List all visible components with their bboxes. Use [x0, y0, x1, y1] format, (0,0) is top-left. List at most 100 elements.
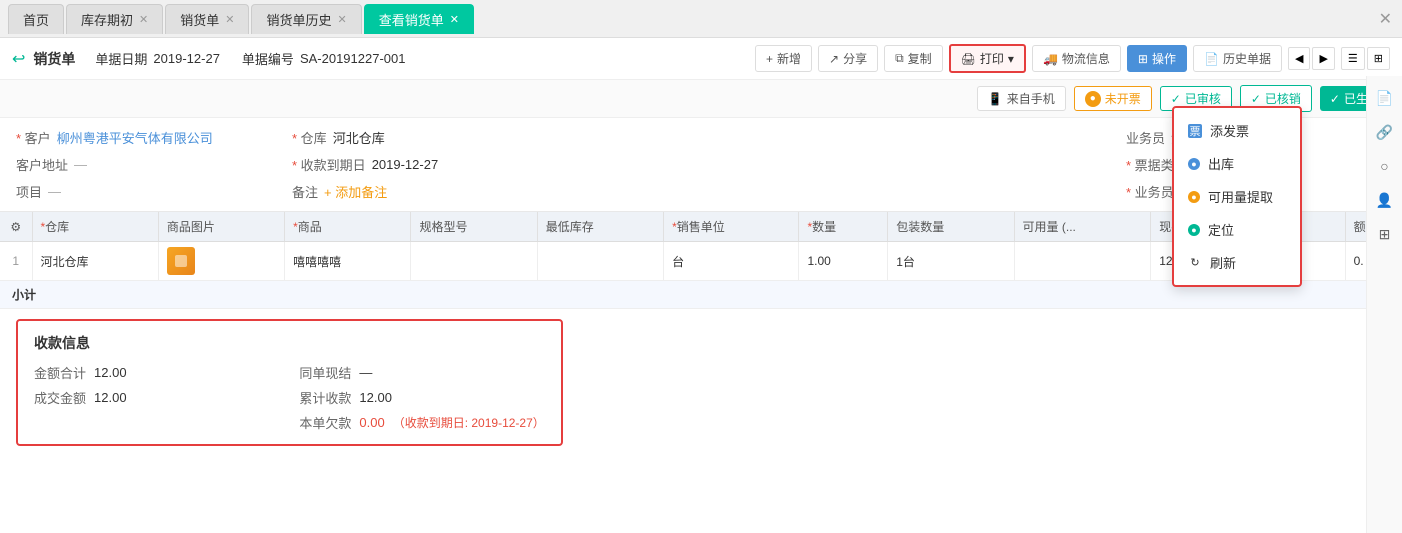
add-invoice-label: 添发票	[1210, 121, 1249, 140]
phone-icon: 📱	[988, 92, 1003, 106]
tab-sales-order-close[interactable]: ✕	[225, 13, 234, 26]
number-label: 单据编号	[242, 49, 294, 68]
available-pickup-item[interactable]: ● 可用量提取	[1174, 180, 1300, 213]
tab-home[interactable]: 首页	[8, 4, 64, 34]
copy-button[interactable]: ⧉ 复制	[884, 45, 943, 72]
refresh-label: 刷新	[1210, 253, 1236, 272]
payment-info-title: 收款信息	[34, 333, 545, 353]
cancel-status-label: 已核销	[1265, 90, 1301, 107]
history-icon: 📄	[1204, 52, 1219, 66]
refresh-icon: ↻	[1188, 256, 1202, 270]
row-num: 1	[0, 242, 32, 281]
window-close-button[interactable]: ✕	[1379, 9, 1392, 29]
add-remark-button[interactable]: + 添加备注	[324, 182, 387, 201]
same-order-label: 同单现结	[299, 363, 351, 382]
warehouse-label: 仓库	[292, 128, 327, 147]
col-pack-qty: 包装数量	[888, 212, 1014, 242]
row-product-img	[158, 242, 284, 281]
project-field: 项目 —	[16, 182, 276, 201]
tab-sales-order[interactable]: 销货单 ✕	[165, 4, 249, 34]
plus-icon: +	[766, 52, 773, 66]
warehouse-field: 仓库 河北仓库	[292, 128, 552, 147]
prev-button[interactable]: ◀	[1288, 47, 1310, 70]
view-buttons: ☰ ⊞	[1341, 47, 1390, 70]
logistics-label: 物流信息	[1062, 50, 1110, 67]
next-button[interactable]: ▶	[1312, 47, 1334, 70]
deal-amount-row: 成交金额 12.00	[34, 388, 279, 407]
remark-label: 备注	[292, 182, 318, 201]
remark-placeholder: 添加备注	[335, 185, 387, 200]
row-quantity: 1.00	[799, 242, 888, 281]
address-value: —	[74, 157, 87, 172]
add-invoice-item[interactable]: 票 添发票	[1174, 114, 1300, 147]
grid-view-button[interactable]: ⊞	[1367, 47, 1390, 70]
payment-date-field: 收款到期日 2019-12-27	[292, 155, 552, 174]
same-order-row: 同单现结 —	[299, 363, 544, 382]
history-label: 历史单据	[1223, 50, 1271, 67]
share-button[interactable]: ↗ 分享	[818, 45, 878, 72]
sidebar-circle-icon[interactable]: ○	[1371, 152, 1399, 180]
tab-sales-history[interactable]: 销货单历史 ✕	[251, 4, 361, 34]
tab-bar: 首页 库存期初 ✕ 销货单 ✕ 销货单历史 ✕ 查看销货单 ✕ ✕	[0, 0, 1402, 38]
product-image	[167, 247, 195, 275]
tab-view-sales-close[interactable]: ✕	[450, 13, 459, 26]
print-icon: 🖨	[961, 52, 976, 66]
logistics-button[interactable]: 🚚 物流信息	[1032, 45, 1121, 72]
sidebar-link-icon[interactable]: 🔗	[1371, 118, 1399, 146]
tab-home-label: 首页	[23, 10, 49, 29]
tab-view-sales-label: 查看销货单	[379, 10, 444, 29]
tab-sales-history-close[interactable]: ✕	[338, 13, 347, 26]
from-phone-button[interactable]: 📱 来自手机	[977, 86, 1066, 111]
customer-value[interactable]: 柳州粤港平安气体有限公司	[57, 128, 213, 147]
operate-grid-icon: ⊞	[1138, 52, 1148, 66]
col-unit: *销售单位	[664, 212, 799, 242]
warehouse-value: 河北仓库	[333, 128, 385, 147]
payment-date-label: 收款到期日	[292, 155, 366, 174]
payment-date-value: 2019-12-27	[372, 157, 439, 172]
copy-icon: ⧉	[895, 51, 904, 66]
sidebar-doc-icon[interactable]: 📄	[1371, 84, 1399, 112]
tab-sales-history-label: 销货单历史	[266, 10, 331, 29]
toolbar-actions: + 新增 ↗ 分享 ⧉ 复制 🖨 打印 ▾ 🚚 物流	[755, 44, 1390, 73]
print-button[interactable]: 🖨 打印 ▾	[949, 44, 1026, 73]
payment-info-grid: 金额合计 12.00 同单现结 — 成交金额 12.00 累计收款 12.00	[34, 363, 545, 432]
new-button[interactable]: + 新增	[755, 45, 812, 72]
col-available: 可用量 (...	[1014, 212, 1151, 242]
effect-check-icon: ✓	[1330, 92, 1340, 106]
sidebar-user-icon[interactable]: 👤	[1371, 186, 1399, 214]
locate-item[interactable]: ● 定位	[1174, 213, 1300, 246]
out-warehouse-label: 出库	[1208, 154, 1234, 173]
list-view-button[interactable]: ☰	[1341, 47, 1365, 70]
cumulative-receipt-row: 累计收款 12.00	[299, 388, 544, 407]
customer-field: 客户 柳州粤港平安气体有限公司	[16, 128, 276, 147]
approved-label: 已审核	[1185, 90, 1221, 107]
address-field: 客户地址 —	[16, 155, 276, 174]
tab-inventory-init-close[interactable]: ✕	[139, 13, 148, 26]
tab-sales-order-label: 销货单	[180, 10, 219, 29]
not-open-button[interactable]: ● 未开票	[1074, 86, 1152, 111]
dropdown-menu: 票 添发票 ● 出库 ● 可用量提取 ● 定位 ↻ 刷新	[1172, 106, 1302, 287]
cumulative-receipt-value: 12.00	[359, 390, 392, 405]
row-warehouse: 河北仓库	[32, 242, 158, 281]
tab-inventory-init[interactable]: 库存期初 ✕	[66, 4, 163, 34]
plus-remark-icon: +	[324, 185, 332, 200]
row-available	[1014, 242, 1151, 281]
total-amount-row: 金额合计 12.00	[34, 363, 279, 382]
col-min-stock: 最低库存	[537, 212, 663, 242]
col-warehouse: *仓库	[32, 212, 158, 242]
tab-view-sales[interactable]: 查看销货单 ✕	[364, 4, 474, 34]
refresh-item[interactable]: ↻ 刷新	[1174, 246, 1300, 279]
toolbar: ↩ 销货单 单据日期 2019-12-27 单据编号 SA-20191227-0…	[0, 38, 1402, 80]
operate-button[interactable]: ⊞ 操作	[1127, 45, 1187, 72]
col-gear: ⚙	[0, 212, 32, 242]
col-spec: 规格型号	[411, 212, 537, 242]
out-warehouse-item[interactable]: ● 出库	[1174, 147, 1300, 180]
from-phone-label: 来自手机	[1007, 90, 1055, 107]
total-amount-label: 金额合计	[34, 363, 86, 382]
not-open-label: 未开票	[1105, 90, 1141, 107]
sidebar-grid-icon[interactable]: ⊞	[1371, 220, 1399, 248]
history-button[interactable]: 📄 历史单据	[1193, 45, 1282, 72]
bottom-section: 收款信息 金额合计 12.00 同单现结 — 成交金额 12.00	[0, 309, 1402, 456]
print-chevron: ▾	[1008, 52, 1014, 66]
date-value: 2019-12-27	[153, 51, 220, 66]
